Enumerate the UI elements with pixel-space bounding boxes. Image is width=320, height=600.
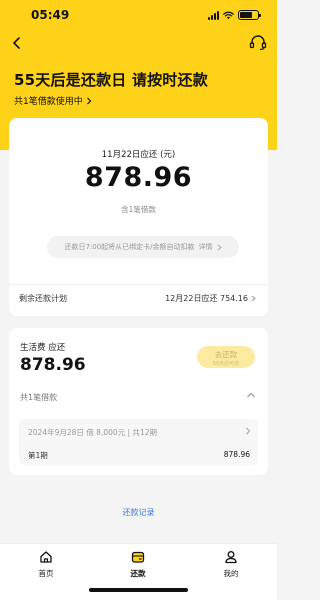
person-icon xyxy=(225,551,237,564)
status-bar: 05:49 xyxy=(0,6,277,26)
loan-card: 生活费 应还 878.96 去还款 55天后可还 共1笔借款 2024年9月28… xyxy=(9,328,268,475)
tab-mine-label: 我的 xyxy=(223,569,239,578)
chevron-right-icon xyxy=(86,97,92,104)
repayment-records-link[interactable]: 还款记录 xyxy=(0,507,277,518)
signal-icon xyxy=(208,10,219,20)
status-time: 05:49 xyxy=(31,8,70,22)
home-icon xyxy=(40,551,52,563)
tab-repay-label: 还款 xyxy=(130,569,146,578)
remaining-plan-row[interactable]: 剩余还款计划 12月22日应还 754.16 xyxy=(9,284,268,308)
next-due-text: 12月22日应还 754.16 xyxy=(165,294,248,303)
tab-mine[interactable]: 我的 xyxy=(201,550,261,579)
home-indicator xyxy=(89,588,188,592)
customer-service-icon[interactable] xyxy=(249,35,267,51)
autopay-text: 还款日7:00起将从已绑定卡/余额自动扣款 xyxy=(64,243,195,251)
repay-button[interactable]: 去还款 55天后可还 xyxy=(197,346,255,368)
due-label: 11月22日应还 (元) xyxy=(101,150,176,160)
battery-icon xyxy=(238,10,261,20)
active-loans-label: 共1笔借款使用中 xyxy=(14,97,83,107)
due-note: 含1笔借款 xyxy=(121,205,156,214)
period-label: 第1期 xyxy=(28,451,48,460)
due-amount: 878.96 xyxy=(84,162,193,193)
chevron-right-icon xyxy=(246,427,251,435)
loan-label: 生活费 应还 xyxy=(20,343,66,353)
loan-detail-line: 2024年9月28日 借 8,000元 | 共12期 xyxy=(28,428,157,437)
active-loans-link[interactable]: 共1笔借款使用中 xyxy=(14,94,92,107)
wallet-icon xyxy=(131,551,145,563)
tab-repay[interactable]: 还款 xyxy=(108,550,168,579)
tab-home-label: 首页 xyxy=(38,569,54,578)
chevron-up-icon[interactable] xyxy=(246,391,256,399)
repay-button-label: 去还款 xyxy=(214,350,238,359)
page-title: 55天后是还款日 请按时还款 xyxy=(14,71,208,89)
loan-count: 共1笔借款 xyxy=(20,393,58,402)
remaining-plan-value: 12月22日应还 754.16 xyxy=(165,293,256,304)
autopay-detail-link: 详情 xyxy=(198,243,213,251)
wifi-icon xyxy=(223,11,234,19)
remaining-plan-label: 剩余还款计划 xyxy=(19,294,67,303)
chevron-right-icon xyxy=(251,295,256,302)
loan-amount: 878.96 xyxy=(20,355,86,375)
tab-home[interactable]: 首页 xyxy=(16,550,76,579)
loan-detail-item[interactable]: 2024年9月28日 借 8,000元 | 共12期 第1期 878.96 xyxy=(19,419,258,465)
status-icons xyxy=(208,10,261,20)
period-amount: 878.96 xyxy=(223,450,250,459)
due-summary-card: 11月22日应还 (元) 878.96 含1笔借款 还款日7:00起将从已绑定卡… xyxy=(9,118,268,316)
chevron-right-icon xyxy=(217,244,222,250)
autopay-notice[interactable]: 还款日7:00起将从已绑定卡/余额自动扣款 详情 xyxy=(47,236,239,258)
back-arrow-icon[interactable] xyxy=(10,36,24,50)
repay-button-sublabel: 55天后可还 xyxy=(212,361,240,367)
